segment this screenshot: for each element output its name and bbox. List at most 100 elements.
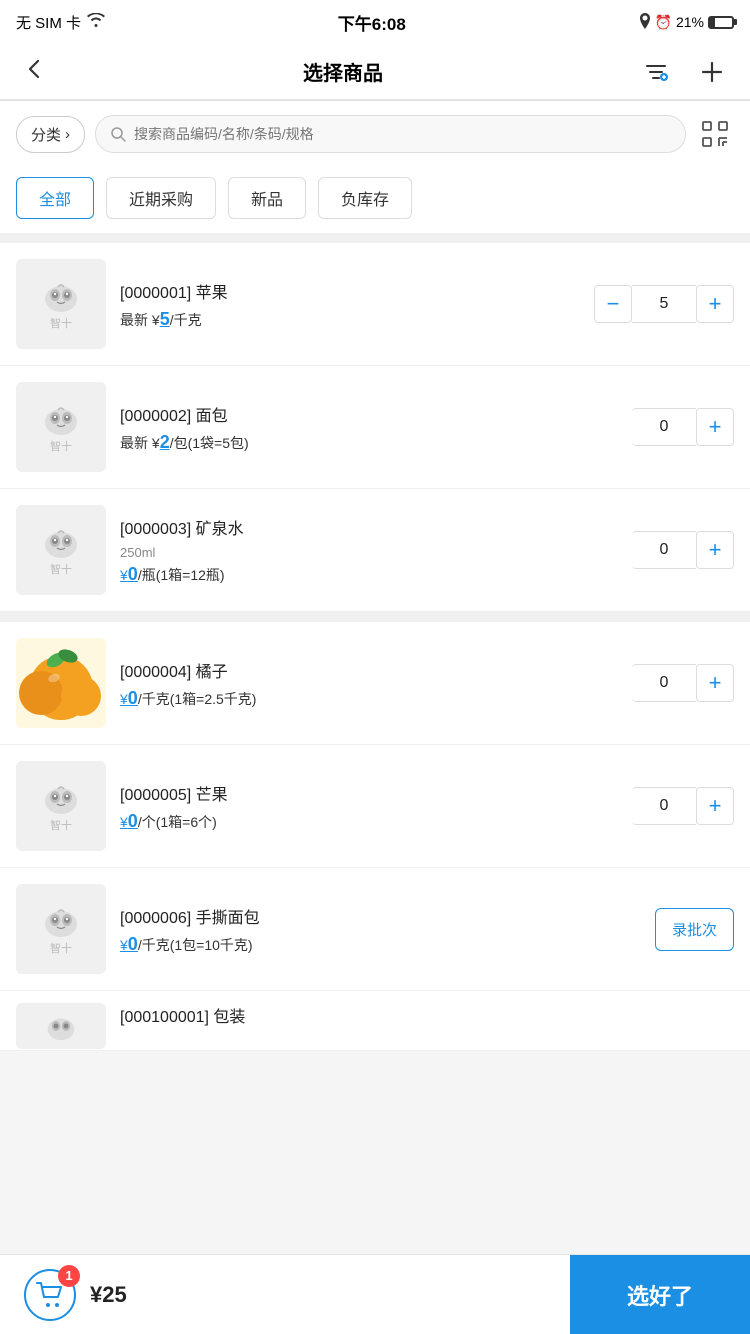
list-item: 智十 [0000005] 芒果 ¥0/个(1箱=6个) + bbox=[0, 745, 750, 868]
carrier-label: 无 SIM 卡 bbox=[16, 12, 81, 33]
tab-all[interactable]: 全部 bbox=[16, 177, 94, 219]
status-left: 无 SIM 卡 bbox=[16, 12, 105, 33]
bottom-bar: 1 ¥25 选好了 bbox=[0, 1254, 750, 1334]
battery-pct: 21% bbox=[676, 14, 704, 30]
product-info-6: [000100001] 包装 bbox=[120, 1003, 734, 1033]
owl-icon bbox=[39, 277, 83, 313]
list-separator-2 bbox=[0, 612, 750, 622]
nav-bar: 选择商品 bbox=[0, 44, 750, 100]
product-thumb-1: 智十 bbox=[16, 382, 106, 472]
list-item: 智十 [0000002] 面包 最新 ¥2/包(1袋=5包) + bbox=[0, 366, 750, 489]
list-item: [0000004] 橘子 ¥0/千克(1箱=2.5千克) + bbox=[0, 622, 750, 745]
product-thumb-6 bbox=[16, 1003, 106, 1049]
product-thumb-4: 智十 bbox=[16, 761, 106, 851]
battery-icon bbox=[708, 16, 734, 29]
qty-plus-0[interactable]: + bbox=[696, 285, 734, 323]
qty-control-5: 录批次 bbox=[655, 908, 734, 951]
product-thumb-3 bbox=[16, 638, 106, 728]
tab-negative-stock[interactable]: 负库存 bbox=[318, 177, 412, 219]
search-icon bbox=[110, 126, 126, 142]
page-title: 选择商品 bbox=[303, 57, 383, 86]
product-info-5: [0000006] 手撕面包 ¥0/千克(1包=10千克) bbox=[120, 904, 641, 955]
product-name-1: [0000002] 面包 bbox=[120, 402, 618, 426]
owl-brand-text: 智十 bbox=[50, 561, 72, 577]
tab-row: 全部 近期采购 新品 负库存 bbox=[0, 167, 750, 233]
product-price-5: ¥0/千克(1包=10千克) bbox=[120, 934, 641, 955]
product-info-3: [0000004] 橘子 ¥0/千克(1箱=2.5千克) bbox=[120, 658, 618, 709]
qty-control-4: + bbox=[632, 787, 734, 825]
product-price-4: ¥0/个(1箱=6个) bbox=[120, 811, 618, 832]
fruit-image bbox=[16, 638, 106, 728]
product-price-0: 最新 ¥5/千克 bbox=[120, 309, 580, 330]
filter-button[interactable] bbox=[638, 54, 674, 90]
list-item: 智十 [0000003] 矿泉水 250ml ¥0/瓶(1箱=12瓶) + bbox=[0, 489, 750, 612]
status-right: ⏰ 21% bbox=[639, 13, 734, 32]
product-thumb-0: 智十 bbox=[16, 259, 106, 349]
qty-plus-4[interactable]: + bbox=[696, 787, 734, 825]
owl-icon bbox=[39, 779, 83, 815]
filter-row: 分类 › bbox=[0, 101, 750, 167]
product-name-3: [0000004] 橘子 bbox=[120, 658, 618, 682]
list-separator bbox=[0, 233, 750, 243]
owl-icon bbox=[39, 523, 83, 559]
add-button[interactable] bbox=[694, 54, 730, 90]
nav-icons bbox=[638, 54, 730, 90]
tab-recent[interactable]: 近期采购 bbox=[106, 177, 216, 219]
qty-control-2: + bbox=[632, 531, 734, 569]
product-thumb-5: 智十 bbox=[16, 884, 106, 974]
product-info-2: [0000003] 矿泉水 250ml ¥0/瓶(1箱=12瓶) bbox=[120, 515, 618, 585]
qty-plus-2[interactable]: + bbox=[696, 531, 734, 569]
owl-icon bbox=[39, 400, 83, 436]
qty-input-0[interactable] bbox=[632, 285, 696, 323]
tab-new[interactable]: 新品 bbox=[228, 177, 306, 219]
qty-input-3[interactable] bbox=[632, 664, 696, 702]
product-name-6: [000100001] 包装 bbox=[120, 1003, 734, 1027]
owl-icon bbox=[39, 1011, 83, 1041]
scan-icon bbox=[700, 119, 730, 149]
scan-button[interactable] bbox=[696, 115, 734, 153]
location-icon bbox=[639, 13, 651, 32]
status-time: 下午6:08 bbox=[338, 10, 406, 35]
batch-button-5[interactable]: 录批次 bbox=[655, 908, 734, 951]
qty-minus-0[interactable]: − bbox=[594, 285, 632, 323]
qty-input-2[interactable] bbox=[632, 531, 696, 569]
product-name-0: [0000001] 苹果 bbox=[120, 279, 580, 303]
qty-plus-3[interactable]: + bbox=[696, 664, 734, 702]
status-bar: 无 SIM 卡 下午6:08 ⏰ 21% bbox=[0, 0, 750, 44]
product-info-4: [0000005] 芒果 ¥0/个(1箱=6个) bbox=[120, 781, 618, 832]
list-item: 智十 [0000006] 手撕面包 ¥0/千克(1包=10千克) 录批次 bbox=[0, 868, 750, 991]
product-name-5: [0000006] 手撕面包 bbox=[120, 904, 641, 928]
search-input[interactable] bbox=[134, 126, 671, 142]
cart-button[interactable]: 1 bbox=[24, 1269, 76, 1321]
product-price-3: ¥0/千克(1箱=2.5千克) bbox=[120, 688, 618, 709]
qty-plus-1[interactable]: + bbox=[696, 408, 734, 446]
list-item: [000100001] 包装 bbox=[0, 991, 750, 1051]
qty-input-1[interactable] bbox=[632, 408, 696, 446]
qty-control-3: + bbox=[632, 664, 734, 702]
product-info-1: [0000002] 面包 最新 ¥2/包(1袋=5包) bbox=[120, 402, 618, 453]
owl-icon bbox=[39, 902, 83, 938]
cart-badge: 1 bbox=[58, 1265, 80, 1287]
qty-control-0: − + bbox=[594, 285, 734, 323]
list-item: 智十 [0000001] 苹果 最新 ¥5/千克 − + bbox=[0, 243, 750, 366]
owl-brand-text: 智十 bbox=[50, 315, 72, 331]
qty-input-4[interactable] bbox=[632, 787, 696, 825]
product-name-4: [0000005] 芒果 bbox=[120, 781, 618, 805]
product-price-2: ¥0/瓶(1箱=12瓶) bbox=[120, 564, 618, 585]
owl-brand-text: 智十 bbox=[50, 438, 72, 454]
search-box[interactable] bbox=[95, 115, 686, 153]
cart-area: 1 ¥25 bbox=[0, 1269, 570, 1321]
owl-brand-text: 智十 bbox=[50, 940, 72, 956]
product-info-0: [0000001] 苹果 最新 ¥5/千克 bbox=[120, 279, 580, 330]
cart-icon bbox=[35, 1281, 65, 1309]
category-label: 分类 bbox=[31, 124, 61, 145]
product-price-1: 最新 ¥2/包(1袋=5包) bbox=[120, 432, 618, 453]
cart-total: ¥25 bbox=[90, 1282, 127, 1308]
alarm-icon: ⏰ bbox=[655, 14, 672, 31]
back-button[interactable] bbox=[20, 55, 48, 89]
category-button[interactable]: 分类 › bbox=[16, 116, 85, 153]
confirm-button[interactable]: 选好了 bbox=[570, 1255, 750, 1334]
wifi-icon bbox=[87, 13, 105, 31]
product-spec-2: 250ml bbox=[120, 545, 618, 560]
category-chevron: › bbox=[65, 126, 70, 143]
